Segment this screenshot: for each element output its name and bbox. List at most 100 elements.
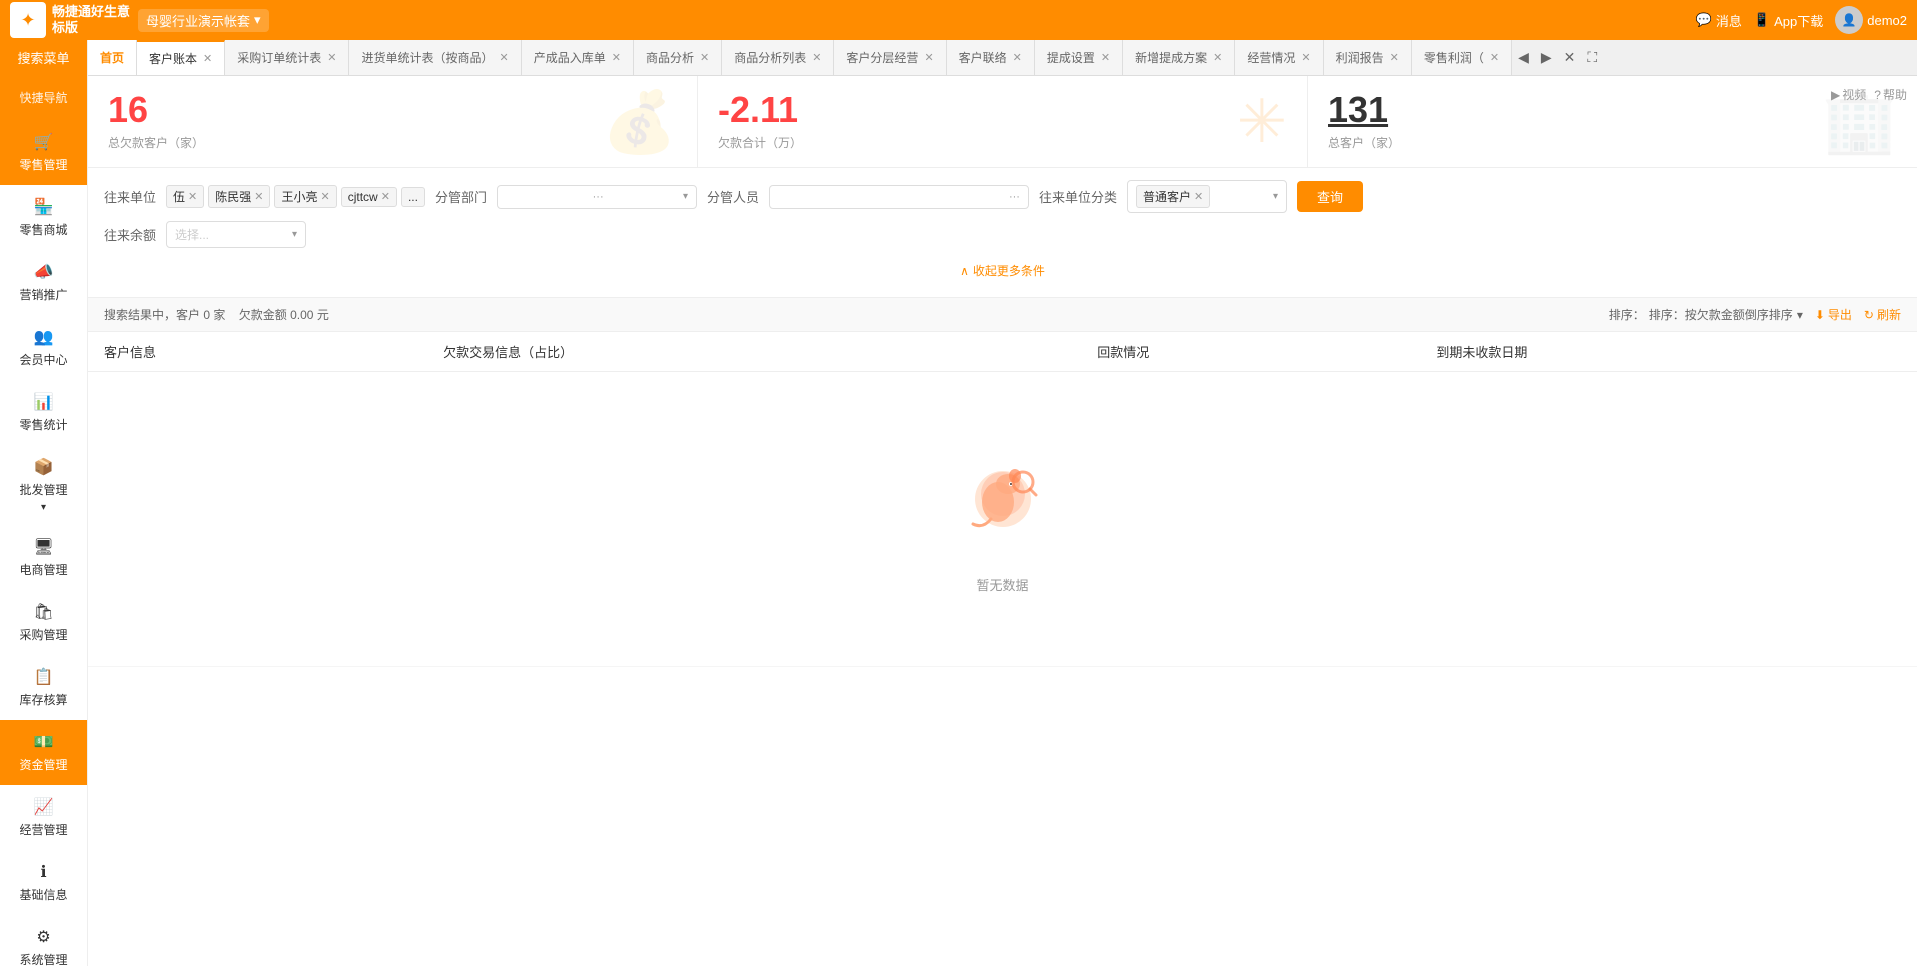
main-layout: 搜索菜单 快捷导航 🛒 零售管理 🏪 零售商城 📣 营销推广 👥: [0, 40, 1917, 966]
tab-close-commission[interactable]: ✕: [1101, 51, 1110, 64]
table-header-row: 客户信息 欠款交易信息（占比） 回款情况 到期未收款日期: [88, 332, 1917, 372]
stat-value-client: 131: [1328, 92, 1897, 128]
tab-purchase-order[interactable]: 采购订单统计表 ✕: [225, 40, 349, 75]
stat-label-client: 总客户（家）: [1328, 134, 1897, 151]
tab-goods-analysis[interactable]: 商品分析 ✕: [634, 40, 722, 75]
play-icon: ▶: [1831, 88, 1840, 102]
stat-bg-money-icon: 💰: [602, 86, 677, 157]
tab-commission[interactable]: 提成设置 ✕: [1035, 40, 1123, 75]
sidebar-item-purchase[interactable]: 🛍 采购管理: [0, 590, 87, 655]
category-tag-normal: 普通客户 ✕: [1136, 185, 1210, 208]
stat-actions: ▶ 视频 ? 帮助: [1831, 86, 1907, 103]
tag-close-chen[interactable]: ✕: [254, 190, 263, 203]
table-empty-cell: 暂无数据: [88, 372, 1917, 667]
member-icon: 👥: [34, 327, 54, 347]
refresh-button[interactable]: ↻ 刷新: [1864, 306, 1901, 323]
collapse-button[interactable]: ∧ 收起更多条件: [104, 256, 1901, 285]
purchase-icon: 🛍: [33, 602, 53, 622]
filter-tags-unit: 伍 ✕ 陈民强 ✕ 王小亮 ✕: [166, 185, 425, 208]
stat-value-customers: 16: [108, 92, 677, 128]
tab-close-retail-profit[interactable]: ✕: [1490, 51, 1499, 64]
account-dropdown[interactable]: 母婴行业演示帐套 ▾: [138, 9, 269, 32]
sidebar-item-marketing[interactable]: 📣 营销推广: [0, 250, 87, 315]
tag-close-wang[interactable]: ✕: [321, 190, 330, 203]
filter-tag-chen: 陈民强 ✕: [208, 185, 270, 208]
filter-tag-more[interactable]: ...: [401, 187, 425, 207]
sidebar-item-quick-nav[interactable]: 快捷导航: [0, 81, 87, 114]
sidebar-item-finance[interactable]: 💵 资金管理: [0, 720, 87, 785]
tab-close-profit-report[interactable]: ✕: [1390, 51, 1399, 64]
empty-illustration: [953, 444, 1053, 563]
sidebar-item-retail-mall[interactable]: 🏪 零售商城: [0, 185, 87, 250]
tab-close-goods-analysis[interactable]: ✕: [700, 51, 709, 64]
person-more-icon: ···: [1009, 191, 1020, 203]
sidebar-item-system[interactable]: ⚙ 系统管理: [0, 915, 87, 966]
video-btn[interactable]: ▶ 视频: [1831, 86, 1866, 103]
category-select[interactable]: 普通客户 ✕ ▾: [1127, 180, 1287, 213]
filter-row-1: 往来单位 伍 ✕ 陈民强 ✕ 王小亮: [104, 180, 1901, 213]
wholesale-icon: 📦: [34, 457, 54, 477]
tab-purchase-stats[interactable]: 进货单统计表（按商品） ✕: [349, 40, 521, 75]
help-btn[interactable]: ? 帮助: [1874, 86, 1907, 103]
tab-customer-ledger[interactable]: 客户账本 ✕: [137, 40, 225, 75]
export-button[interactable]: ⬇ 导出: [1815, 306, 1852, 323]
tab-close-goods-list[interactable]: ✕: [812, 51, 821, 64]
tab-nav-prev[interactable]: ◀: [1512, 40, 1535, 75]
sidebar-search[interactable]: 搜索菜单: [0, 40, 87, 75]
tag-close-cjttcw[interactable]: ✕: [381, 190, 390, 203]
sidebar-item-retail-stats[interactable]: 📊 零售统计: [0, 380, 87, 445]
sidebar-nav: 快捷导航: [0, 75, 87, 120]
tab-profit-report[interactable]: 利润报告 ✕: [1324, 40, 1412, 75]
sidebar-item-ecommerce[interactable]: 🖥 电商管理: [0, 525, 87, 590]
sidebar-item-retail[interactable]: 🛒 零售管理: [0, 120, 87, 185]
inventory-icon: 📋: [34, 667, 54, 687]
tab-nav-close-all[interactable]: ✕: [1558, 40, 1582, 75]
tab-close-operation-status[interactable]: ✕: [1301, 51, 1310, 64]
tab-close-customer-layer[interactable]: ✕: [924, 51, 933, 64]
tab-nav-next[interactable]: ▶: [1535, 40, 1558, 75]
message-btn[interactable]: 💬 消息: [1696, 11, 1742, 30]
sort-select[interactable]: 排序： 排序：按欠款金额倒序排序 ▾: [1609, 306, 1803, 323]
tab-close-purchase-order[interactable]: ✕: [327, 51, 336, 64]
logo-icon: ✦: [10, 2, 46, 38]
filter-tag-wu: 伍 ✕: [166, 185, 204, 208]
tab-close-customer-ledger[interactable]: ✕: [203, 52, 212, 65]
tab-retail-profit[interactable]: 零售利润（ ✕: [1412, 40, 1512, 75]
user-info[interactable]: 👤 demo2: [1835, 6, 1907, 34]
query-button[interactable]: 查询: [1297, 181, 1363, 212]
tag-close-category[interactable]: ✕: [1194, 190, 1203, 203]
sidebar-item-inventory[interactable]: 📋 库存核算: [0, 655, 87, 720]
sidebar-item-member[interactable]: 👥 会员中心: [0, 315, 87, 380]
sidebar-item-basic-info[interactable]: ℹ 基础信息: [0, 850, 87, 915]
table-empty-row: 暂无数据: [88, 372, 1917, 667]
tab-customer-layer[interactable]: 客户分层经营 ✕: [834, 40, 946, 75]
tab-customer-contact[interactable]: 客户联络 ✕: [947, 40, 1035, 75]
tab-new-commission[interactable]: 新增提成方案 ✕: [1123, 40, 1235, 75]
tab-goods-list[interactable]: 商品分析列表 ✕: [722, 40, 834, 75]
sidebar-item-wholesale[interactable]: 📦 批发管理 ▾: [0, 445, 87, 525]
stat-value-debt: -2.11: [718, 92, 1287, 128]
app-download-btn[interactable]: 📱 App下载: [1754, 11, 1823, 30]
col-customer-info: 客户信息: [88, 332, 427, 372]
tab-close-customer-contact[interactable]: ✕: [1013, 51, 1022, 64]
person-select[interactable]: ···: [769, 185, 1029, 209]
tab-close-new-commission[interactable]: ✕: [1213, 51, 1222, 64]
message-icon: 💬: [1696, 12, 1712, 28]
stats-icon: 📊: [34, 392, 54, 412]
tab-finished-goods[interactable]: 产成品入库单 ✕: [522, 40, 634, 75]
tab-close-finished-goods[interactable]: ✕: [612, 51, 621, 64]
tag-close-wu[interactable]: ✕: [188, 190, 197, 203]
col-repayment: 回款情况: [1081, 332, 1420, 372]
tab-nav-expand[interactable]: ⛶: [1581, 40, 1603, 75]
balance-select[interactable]: 选择... ▾: [166, 221, 306, 248]
tab-home[interactable]: 首页: [88, 40, 137, 75]
tab-close-purchase-stats[interactable]: ✕: [500, 51, 509, 64]
tab-operation-status[interactable]: 经营情况 ✕: [1235, 40, 1323, 75]
sort-label: 排序：: [1609, 306, 1645, 323]
dept-select[interactable]: ··· ▾: [497, 185, 697, 209]
unit-label: 往来单位: [104, 187, 156, 206]
results-summary: 搜索结果中，客户 0 家 欠款金额 0.00 元: [104, 306, 329, 323]
empty-text: 暂无数据: [976, 575, 1028, 594]
sidebar-item-operation[interactable]: 📈 经营管理: [0, 785, 87, 850]
export-icon: ⬇: [1815, 308, 1825, 322]
